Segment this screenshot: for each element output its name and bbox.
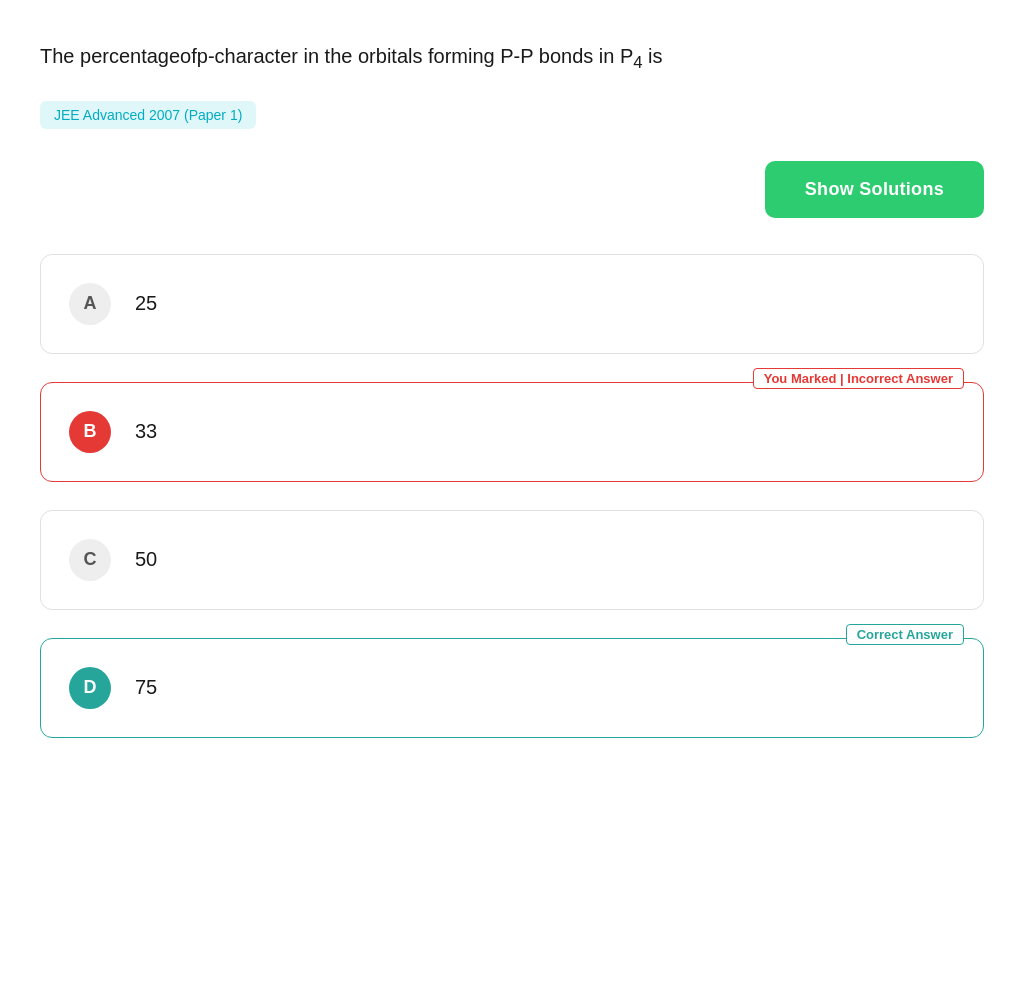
option-card-c[interactable]: C 50 xyxy=(40,510,984,610)
option-wrapper-a: A 25 xyxy=(40,254,984,354)
option-wrapper-c: C 50 xyxy=(40,510,984,610)
option-card-a[interactable]: A 25 xyxy=(40,254,984,354)
option-value-d: 75 xyxy=(135,676,157,699)
option-badge-c: C xyxy=(69,539,111,581)
show-solutions-row: Show Solutions xyxy=(40,161,984,218)
option-value-b: 33 xyxy=(135,420,157,443)
option-card-b[interactable]: B 33 xyxy=(40,382,984,482)
option-badge-d: D xyxy=(69,667,111,709)
question-text: The percentageofp-character in the orbit… xyxy=(40,40,984,77)
option-wrapper-d: Correct Answer D 75 xyxy=(40,638,984,738)
option-wrapper-b: You Marked | Incorrect Answer B 33 xyxy=(40,382,984,482)
show-solutions-button[interactable]: Show Solutions xyxy=(765,161,984,218)
option-badge-b: B xyxy=(69,411,111,453)
option-value-a: 25 xyxy=(135,292,157,315)
option-badge-a: A xyxy=(69,283,111,325)
options-container: A 25 You Marked | Incorrect Answer B 33 … xyxy=(40,254,984,738)
question-tag: JEE Advanced 2007 (Paper 1) xyxy=(40,101,256,129)
tag-container: JEE Advanced 2007 (Paper 1) xyxy=(40,101,984,129)
option-value-c: 50 xyxy=(135,548,157,571)
option-card-d[interactable]: D 75 xyxy=(40,638,984,738)
question-container: The percentageofp-character in the orbit… xyxy=(40,40,984,738)
status-label-d: Correct Answer xyxy=(846,624,964,645)
status-label-b: You Marked | Incorrect Answer xyxy=(753,368,964,389)
